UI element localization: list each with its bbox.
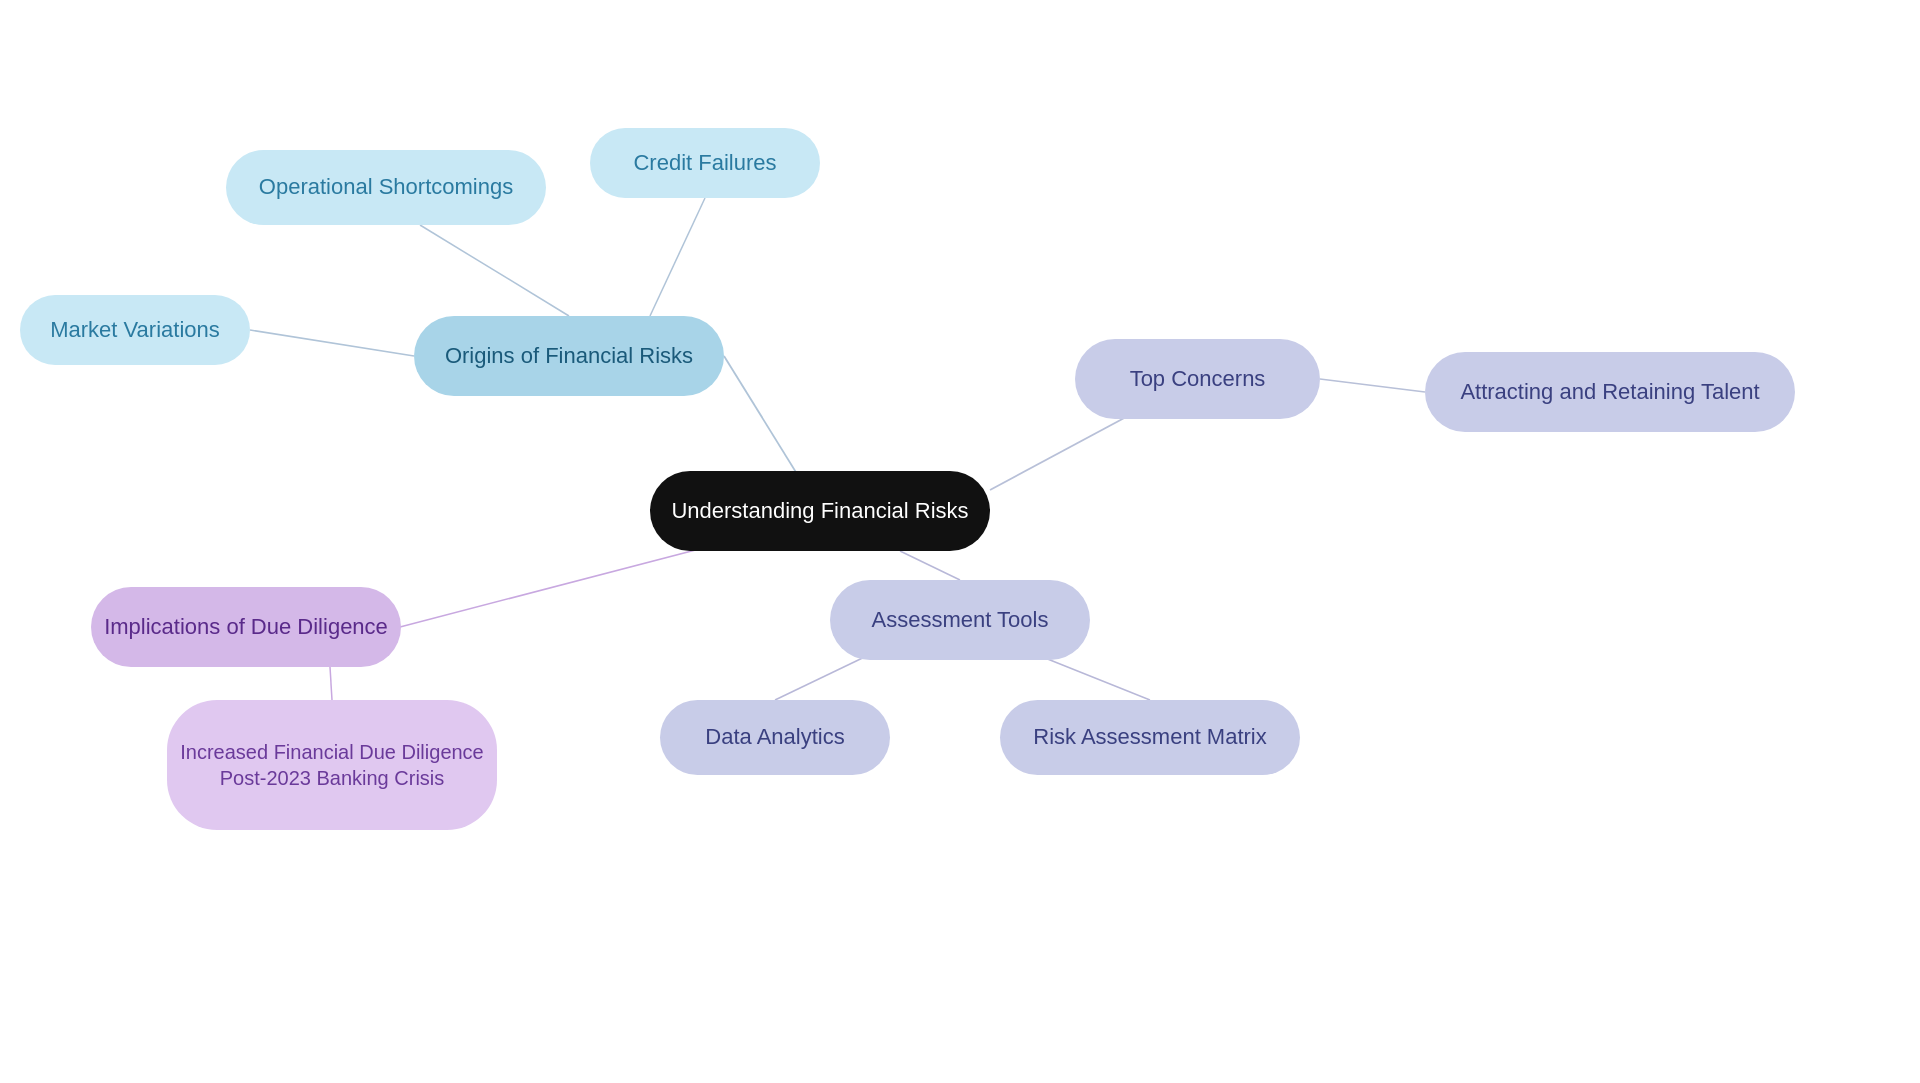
operational-node-label: Operational Shortcomings xyxy=(251,173,521,202)
svg-line-8 xyxy=(900,551,960,580)
risk-matrix-node-label: Risk Assessment Matrix xyxy=(1025,723,1275,752)
central-node[interactable]: Understanding Financial Risks xyxy=(650,471,990,551)
increased-node[interactable]: Increased Financial Due Diligence Post-2… xyxy=(167,700,497,830)
svg-line-2 xyxy=(650,198,705,316)
central-node-label: Understanding Financial Risks xyxy=(663,497,976,526)
market-node-label: Market Variations xyxy=(42,316,228,345)
due-diligence-node-label: Implications of Due Diligence xyxy=(96,613,396,642)
svg-line-1 xyxy=(420,225,569,316)
svg-line-6 xyxy=(400,541,730,627)
assessment-node[interactable]: Assessment Tools xyxy=(830,580,1090,660)
top-concerns-node-label: Top Concerns xyxy=(1122,365,1274,394)
risk-matrix-node[interactable]: Risk Assessment Matrix xyxy=(1000,700,1300,775)
increased-node-label: Increased Financial Due Diligence Post-2… xyxy=(167,739,497,791)
talent-node-label: Attracting and Retaining Talent xyxy=(1452,378,1767,407)
assessment-node-label: Assessment Tools xyxy=(864,606,1057,635)
talent-node[interactable]: Attracting and Retaining Talent xyxy=(1425,352,1795,432)
market-node[interactable]: Market Variations xyxy=(20,295,250,365)
svg-line-7 xyxy=(330,667,332,700)
top-concerns-node[interactable]: Top Concerns xyxy=(1075,339,1320,419)
origins-node[interactable]: Origins of Financial Risks xyxy=(414,316,724,396)
origins-node-label: Origins of Financial Risks xyxy=(437,342,701,371)
data-analytics-node-label: Data Analytics xyxy=(697,723,852,752)
credit-node-label: Credit Failures xyxy=(625,149,784,178)
svg-line-3 xyxy=(250,330,414,356)
due-diligence-node[interactable]: Implications of Due Diligence xyxy=(91,587,401,667)
operational-node[interactable]: Operational Shortcomings xyxy=(226,150,546,225)
credit-node[interactable]: Credit Failures xyxy=(590,128,820,198)
data-analytics-node[interactable]: Data Analytics xyxy=(660,700,890,775)
svg-line-5 xyxy=(1320,379,1425,392)
